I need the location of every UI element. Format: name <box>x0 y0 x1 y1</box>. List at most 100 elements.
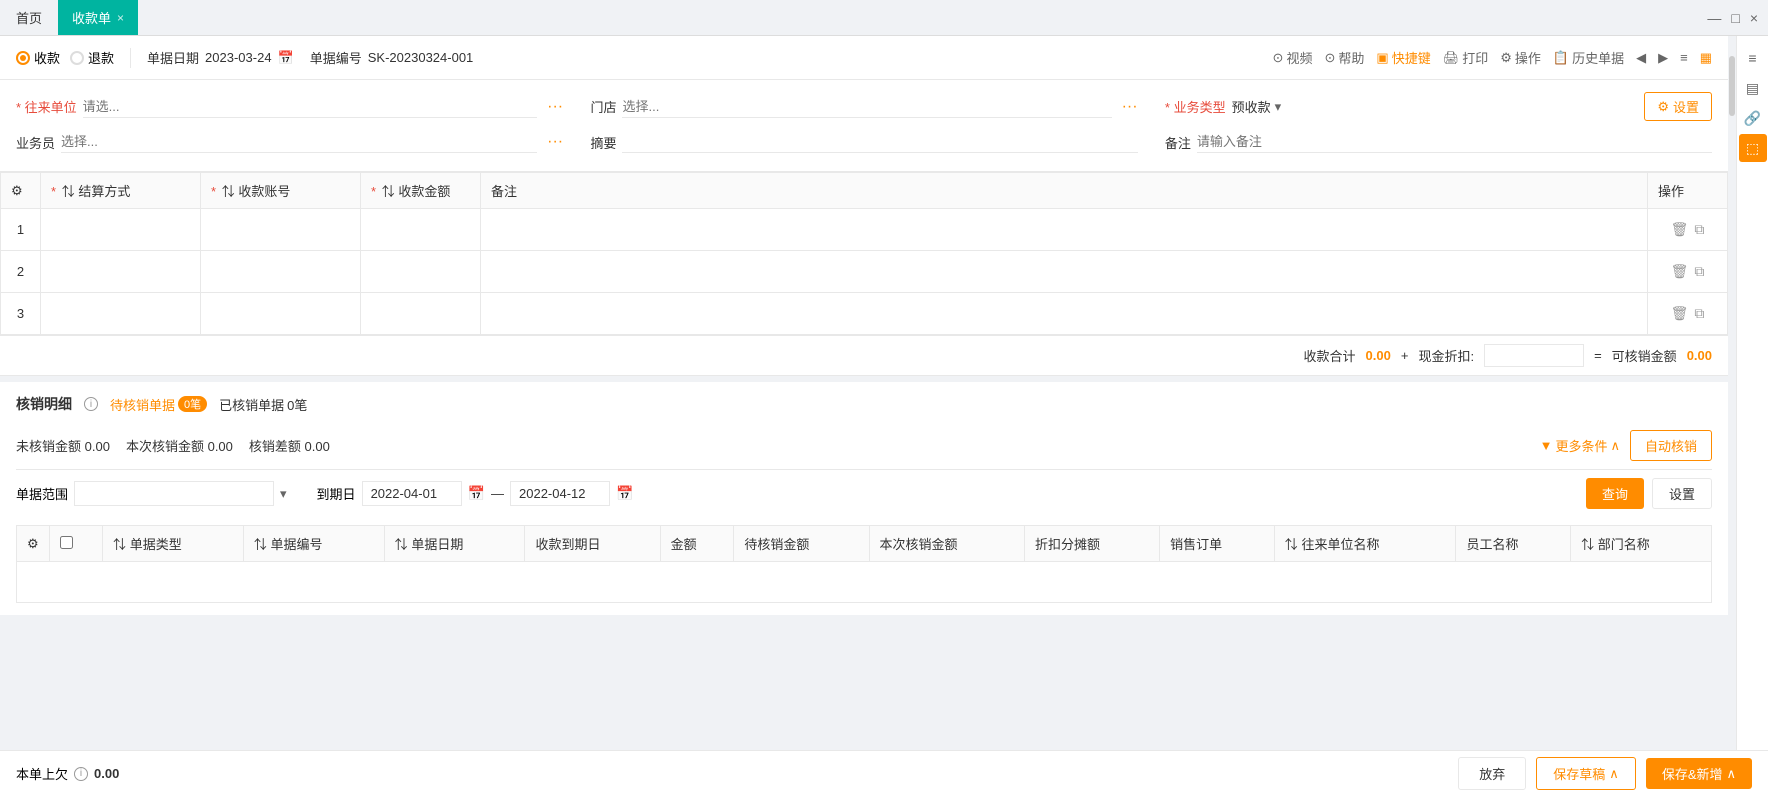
verify-settings-button[interactable]: 设置 <box>1652 478 1712 509</box>
cal-to-icon[interactable]: 📅 <box>616 485 633 502</box>
store-input[interactable] <box>622 96 1111 118</box>
summary-field: 摘要 <box>590 131 1137 153</box>
row-amount-2[interactable] <box>361 251 481 293</box>
window-close-icon[interactable]: × <box>1750 10 1758 26</box>
remark-field: 备注 <box>1165 131 1712 153</box>
row-delete-icon-2[interactable]: 🗑 <box>1671 263 1689 280</box>
salesperson-ellipsis-icon[interactable]: ··· <box>547 133 563 151</box>
owed-label: 本单上欠 <box>16 764 68 783</box>
query-button[interactable]: 查询 <box>1586 478 1644 509</box>
help-btn[interactable]: ⊙ 帮助 <box>1324 48 1364 67</box>
prev-icon[interactable]: ◀ <box>1636 50 1646 66</box>
row-amount-1[interactable] <box>361 209 481 251</box>
row-settle-1[interactable] <box>41 209 201 251</box>
auto-verify-button[interactable]: 自动核销 <box>1630 430 1712 461</box>
next-icon[interactable]: ▶ <box>1658 50 1668 66</box>
done-tab[interactable]: 已核销单据 0笔 <box>219 395 307 414</box>
range-select[interactable] <box>74 481 274 506</box>
due-date-col-header: 收款到期日 <box>525 526 660 562</box>
row-amount-3[interactable] <box>361 293 481 335</box>
sidebar-doc-icon[interactable]: ▤ <box>1739 74 1767 102</box>
row-settle-3[interactable] <box>41 293 201 335</box>
maximize-icon[interactable]: □ <box>1731 10 1739 26</box>
verifiable-value: 0.00 <box>1687 348 1712 363</box>
table-gear-icon-2[interactable]: ⚙ <box>27 536 39 551</box>
dept-sort-icon: ⇅ <box>1581 537 1594 552</box>
remark-input[interactable] <box>1197 131 1712 153</box>
table-gear-icon: ⚙ <box>11 183 23 198</box>
row-account-1[interactable] <box>201 209 361 251</box>
row-delete-icon-3[interactable]: 🗑 <box>1671 305 1689 322</box>
date-from-input[interactable] <box>362 481 462 506</box>
pending-tab[interactable]: 待核销单据 0笔 <box>110 395 207 414</box>
chevron-up-icon: ∧ <box>1610 438 1620 454</box>
gear-col-header[interactable]: ⚙ <box>1 173 41 209</box>
table-row: 1 🗑 ⧉ <box>1 209 1728 251</box>
date-to-input[interactable] <box>510 481 610 506</box>
discount-input[interactable] <box>1484 344 1584 367</box>
remark-col-header: 备注 <box>481 173 1648 209</box>
counterpart-input[interactable] <box>83 96 537 118</box>
verifiable-label: 可核销金额 <box>1612 346 1677 365</box>
store-ellipsis-icon[interactable]: ··· <box>1122 98 1138 116</box>
select-all-checkbox[interactable] <box>60 536 73 549</box>
row-copy-icon-2[interactable]: ⧉ <box>1694 263 1704 280</box>
cal-from-icon[interactable]: 📅 <box>468 485 485 502</box>
list-icon[interactable]: ≡ <box>1680 50 1688 65</box>
owed-info-icon[interactable]: i <box>74 767 88 781</box>
due-date-label: 到期日 <box>317 484 356 503</box>
checkbox-col-header: ⚙ <box>17 526 50 562</box>
tab-home[interactable]: 首页 <box>0 0 58 35</box>
row-remark-1[interactable] <box>481 209 1648 251</box>
verify-info-icon[interactable]: i <box>84 397 98 411</box>
checkbox-select-header[interactable] <box>49 526 102 562</box>
row-num-3: 3 <box>1 293 41 335</box>
row-copy-icon-3[interactable]: ⧉ <box>1694 305 1704 322</box>
calendar-icon[interactable]: 📅 <box>278 50 294 66</box>
row-account-2[interactable] <box>201 251 361 293</box>
settle-col-header: ⇅ 结算方式 <box>41 173 201 209</box>
account-col-header: ⇅ 收款账号 <box>201 173 361 209</box>
settings-button[interactable]: ⚙ 设置 <box>1644 92 1712 121</box>
shortcut-btn[interactable]: ▣ 快捷键 <box>1376 48 1430 67</box>
draft-button[interactable]: 保存草稿 ∧ <box>1536 757 1636 790</box>
row-remark-2[interactable] <box>481 251 1648 293</box>
summary-input[interactable] <box>622 131 1137 153</box>
form-row-1: * 往来单位 ··· 门店 ··· * 业务类型 预收款 ▾ ⚙ 设置 <box>16 92 1712 121</box>
scrollbar[interactable] <box>1728 36 1736 796</box>
receipt-radio[interactable]: 收款 <box>16 48 60 67</box>
tab-close-icon[interactable]: × <box>117 11 124 25</box>
biz-type-value: 预收款 <box>1232 97 1271 116</box>
refund-radio[interactable]: 退款 <box>70 48 114 67</box>
amount-col-header-v: 金额 <box>660 526 734 562</box>
row-copy-icon-1[interactable]: ⧉ <box>1694 221 1704 238</box>
summary-label: 摘要 <box>590 133 616 152</box>
save-new-button[interactable]: 保存&新增 ∧ <box>1646 758 1752 789</box>
video-btn[interactable]: ⊙ 视频 <box>1273 48 1313 67</box>
counterpart-ellipsis-icon[interactable]: ··· <box>547 98 563 116</box>
abandon-button[interactable]: 放弃 <box>1458 757 1526 790</box>
verify-stats: 未核销金额 0.00 本次核销金额 0.00 核销差额 0.00 ▼ 更多条件 … <box>16 422 1712 469</box>
minimize-icon[interactable]: — <box>1707 10 1721 26</box>
sales-order-col-header: 销售订单 <box>1160 526 1275 562</box>
doc-type-sort-icon: ⇅ <box>113 537 126 552</box>
counterpart-sort-icon: ⇅ <box>1285 537 1298 552</box>
history-btn[interactable]: 📋 历史单据 <box>1553 48 1624 67</box>
sidebar-table-icon[interactable]: ≡ <box>1739 44 1767 72</box>
row-account-3[interactable] <box>201 293 361 335</box>
main-content: 收款 退款 单据日期 2023-03-24 📅 单据编号 SK-20230324… <box>0 36 1728 665</box>
settings-gear-icon: ⚙ <box>1657 99 1669 115</box>
ops-btn[interactable]: ⚙ 操作 <box>1500 48 1541 67</box>
sidebar-link-icon[interactable]: 🔗 <box>1739 104 1767 132</box>
more-conditions-btn[interactable]: ▼ 更多条件 ∧ <box>1540 436 1620 455</box>
row-remark-3[interactable] <box>481 293 1648 335</box>
tab-receipt[interactable]: 收款单 × <box>58 0 138 35</box>
print-btn[interactable]: 🖨 打印 <box>1443 48 1489 67</box>
refund-radio-label: 退款 <box>88 48 114 67</box>
sidebar-frame-icon[interactable]: ⬚ <box>1739 134 1767 162</box>
row-delete-icon-1[interactable]: 🗑 <box>1671 221 1689 238</box>
salesperson-input[interactable] <box>61 131 537 153</box>
biz-type-select[interactable]: 预收款 ▾ <box>1232 97 1639 116</box>
row-settle-2[interactable] <box>41 251 201 293</box>
grid-icon[interactable]: ▦ <box>1700 50 1712 66</box>
